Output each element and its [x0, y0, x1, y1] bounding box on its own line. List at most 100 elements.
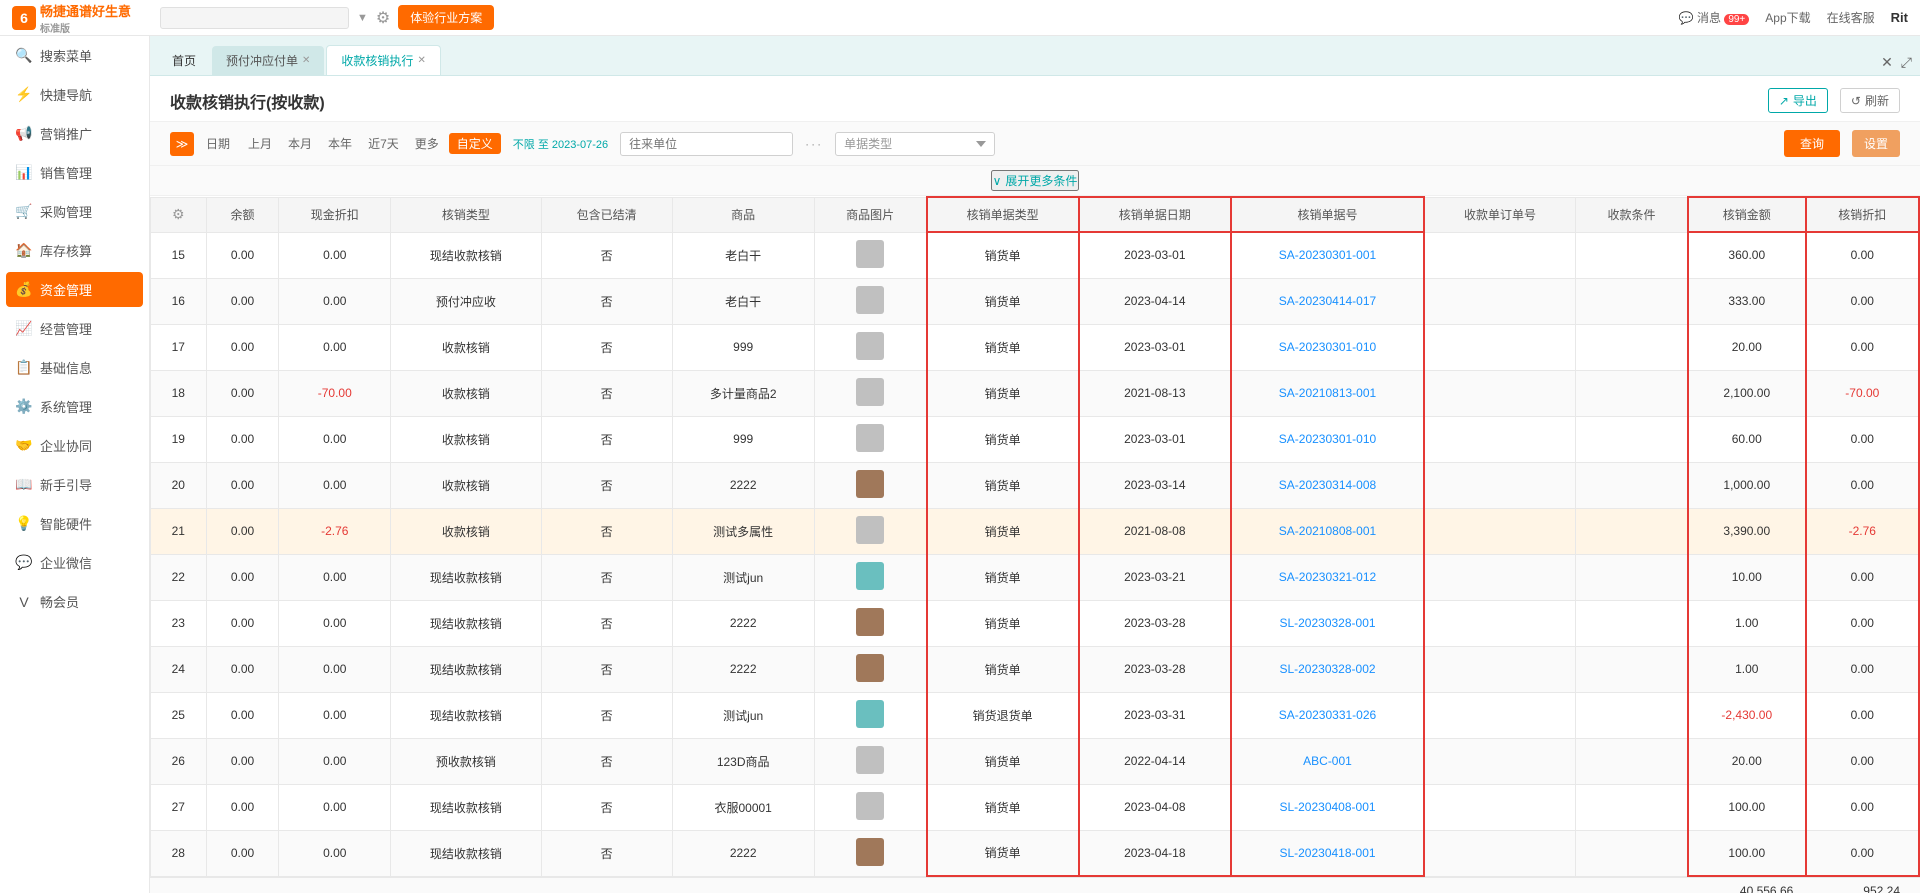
tab-bar: 首页 预付冲应付单 ✕ 收款核销执行 ✕ ✕ ⤢: [150, 36, 1920, 76]
gear-col-icon[interactable]: ⚙: [172, 206, 185, 222]
sidebar-item-search[interactable]: 🔍 搜索菜单: [0, 36, 149, 75]
cell-balance: 0.00: [206, 830, 279, 876]
cell-cash-discount: 0.00: [279, 462, 391, 508]
expand-more-btn[interactable]: ∨ 展开更多条件: [991, 170, 1080, 191]
date-btn-more[interactable]: 更多: [409, 133, 445, 154]
table-container: ⚙ 余额 现金折扣 核销类型 包含已结清 商品 商品图片 核销单据类型 核销单据…: [150, 196, 1920, 893]
sidebar: 🔍 搜索菜单 ⚡ 快捷导航 📢 营销推广 📊 销售管理 🛒 采购管理 🏠 库存核…: [0, 36, 150, 893]
tab-prepay-close[interactable]: ✕: [302, 55, 310, 66]
tab-current-close[interactable]: ✕: [417, 55, 425, 66]
cell-settled: 否: [541, 370, 672, 416]
cell-balance: 0.00: [206, 508, 279, 554]
cell-amount: 20.00: [1688, 738, 1806, 784]
cell-product-img: [814, 370, 926, 416]
date-btn-this-month[interactable]: 本月: [282, 133, 318, 154]
sidebar-item-quicknav[interactable]: ⚡ 快捷导航: [0, 75, 149, 114]
cell-condition: [1575, 416, 1687, 462]
cell-id: 18: [151, 370, 207, 416]
cell-bill-no[interactable]: SA-20230414-017: [1231, 278, 1424, 324]
settings-icon[interactable]: ⚙: [376, 8, 390, 28]
cell-bill-no[interactable]: SL-20230408-001: [1231, 784, 1424, 830]
cell-bill-no[interactable]: SL-20230418-001: [1231, 830, 1424, 876]
page-header: 收款核销执行(按收款) ↗ 导出 ↺ 刷新: [150, 76, 1920, 122]
cell-discount: 0.00: [1806, 416, 1919, 462]
cell-product: 测试多属性: [672, 508, 814, 554]
cell-bill-date: 2023-03-28: [1079, 646, 1231, 692]
cell-product: 999: [672, 324, 814, 370]
cell-bill-no[interactable]: SA-20230301-010: [1231, 324, 1424, 370]
filter-expand-btn[interactable]: ≫: [170, 132, 194, 156]
cell-product-img: [814, 508, 926, 554]
table-row: 23 0.00 0.00 现结收款核销 否 2222 销货单 2023-03-2…: [151, 600, 1920, 646]
tab-expand-icon[interactable]: ⤢: [1901, 54, 1912, 71]
cell-bill-no[interactable]: SA-20210808-001: [1231, 508, 1424, 554]
cell-product: 2222: [672, 600, 814, 646]
cell-bill-type: 销货单: [927, 830, 1079, 876]
refresh-btn[interactable]: ↺ 刷新: [1840, 88, 1900, 113]
sidebar-item-finance[interactable]: 💰 资金管理: [6, 272, 143, 307]
cell-bill-no[interactable]: SA-20230301-001: [1231, 232, 1424, 278]
sidebar-item-sales[interactable]: 📊 销售管理: [0, 153, 149, 192]
sidebar-item-wechat[interactable]: 💬 企业微信: [0, 543, 149, 582]
date-btn-custom[interactable]: 自定义: [449, 133, 501, 154]
export-btn[interactable]: ↗ 导出: [1768, 88, 1828, 113]
cell-product: 123D商品: [672, 738, 814, 784]
date-btn-last-month[interactable]: 上月: [242, 133, 278, 154]
cell-bill-no[interactable]: SA-20230314-008: [1231, 462, 1424, 508]
cell-bill-no[interactable]: SA-20230321-012: [1231, 554, 1424, 600]
logo-icon: 6: [12, 6, 36, 30]
sidebar-item-collab[interactable]: 🤝 企业协同: [0, 426, 149, 465]
cell-settled: 否: [541, 738, 672, 784]
col-order-no: 收款单订单号: [1424, 197, 1575, 232]
cell-order-no: [1424, 324, 1575, 370]
col-condition: 收款条件: [1575, 197, 1687, 232]
table-row: 17 0.00 0.00 收款核销 否 999 销货单 2023-03-01 S…: [151, 324, 1920, 370]
cell-cash-discount: 0.00: [279, 278, 391, 324]
cell-type: 现结收款核销: [391, 692, 542, 738]
sidebar-item-hardware[interactable]: 💡 智能硬件: [0, 504, 149, 543]
tab-home[interactable]: 首页: [158, 46, 210, 75]
cell-bill-type: 销货单: [927, 232, 1079, 278]
cell-balance: 0.00: [206, 278, 279, 324]
date-btn-this-year[interactable]: 本年: [322, 133, 358, 154]
top-search-input[interactable]: [160, 7, 349, 29]
sidebar-item-basic-info[interactable]: 📋 基础信息: [0, 348, 149, 387]
cell-bill-date: 2023-03-14: [1079, 462, 1231, 508]
sidebar-item-system[interactable]: ⚙️ 系统管理: [0, 387, 149, 426]
user-name[interactable]: Rit: [1891, 10, 1908, 25]
bill-type-filter-select[interactable]: 单据类型: [835, 132, 995, 156]
hardware-icon: 💡: [16, 516, 32, 532]
online-service-action[interactable]: 在线客服: [1827, 9, 1875, 26]
tab-prepay[interactable]: 预付冲应付单 ✕: [212, 46, 324, 75]
sidebar-item-marketing[interactable]: 📢 营销推广: [0, 114, 149, 153]
sidebar-item-operation[interactable]: 📈 经营管理: [0, 309, 149, 348]
settings-btn[interactable]: 设置: [1852, 130, 1900, 157]
cell-bill-no[interactable]: ABC-001: [1231, 738, 1424, 784]
tab-current[interactable]: 收款核销执行 ✕: [326, 45, 440, 75]
industry-btn[interactable]: 体验行业方案: [398, 5, 494, 30]
cell-id: 17: [151, 324, 207, 370]
app-download-action[interactable]: App下载: [1765, 9, 1810, 26]
finance-icon: 💰: [16, 282, 32, 298]
cell-bill-no[interactable]: SL-20230328-002: [1231, 646, 1424, 692]
cell-bill-no[interactable]: SL-20230328-001: [1231, 600, 1424, 646]
cell-balance: 0.00: [206, 232, 279, 278]
sidebar-item-purchase[interactable]: 🛒 采购管理: [0, 192, 149, 231]
tab-close-icon[interactable]: ✕: [1881, 54, 1893, 71]
page-title: 收款核销执行(按收款): [170, 89, 325, 113]
sidebar-item-newguide[interactable]: 📖 新手引导: [0, 465, 149, 504]
partner-filter-input[interactable]: [620, 132, 793, 156]
cell-bill-no[interactable]: SA-20210813-001: [1231, 370, 1424, 416]
cell-bill-no[interactable]: SA-20230301-010: [1231, 416, 1424, 462]
cell-cash-discount: 0.00: [279, 738, 391, 784]
col-bill-no: 核销单据号: [1231, 197, 1424, 232]
sidebar-item-member[interactable]: V 畅会员: [0, 582, 149, 621]
sidebar-item-inventory[interactable]: 🏠 库存核算: [0, 231, 149, 270]
dropdown-icon[interactable]: ▼: [357, 12, 368, 24]
query-btn[interactable]: 查询: [1784, 130, 1840, 157]
cell-bill-no[interactable]: SA-20230331-026: [1231, 692, 1424, 738]
cell-bill-date: 2022-04-14: [1079, 738, 1231, 784]
col-bill-date: 核销单据日期: [1079, 197, 1231, 232]
message-action[interactable]: 💬 消息 99+: [1679, 9, 1750, 26]
date-btn-7days[interactable]: 近7天: [362, 133, 405, 154]
